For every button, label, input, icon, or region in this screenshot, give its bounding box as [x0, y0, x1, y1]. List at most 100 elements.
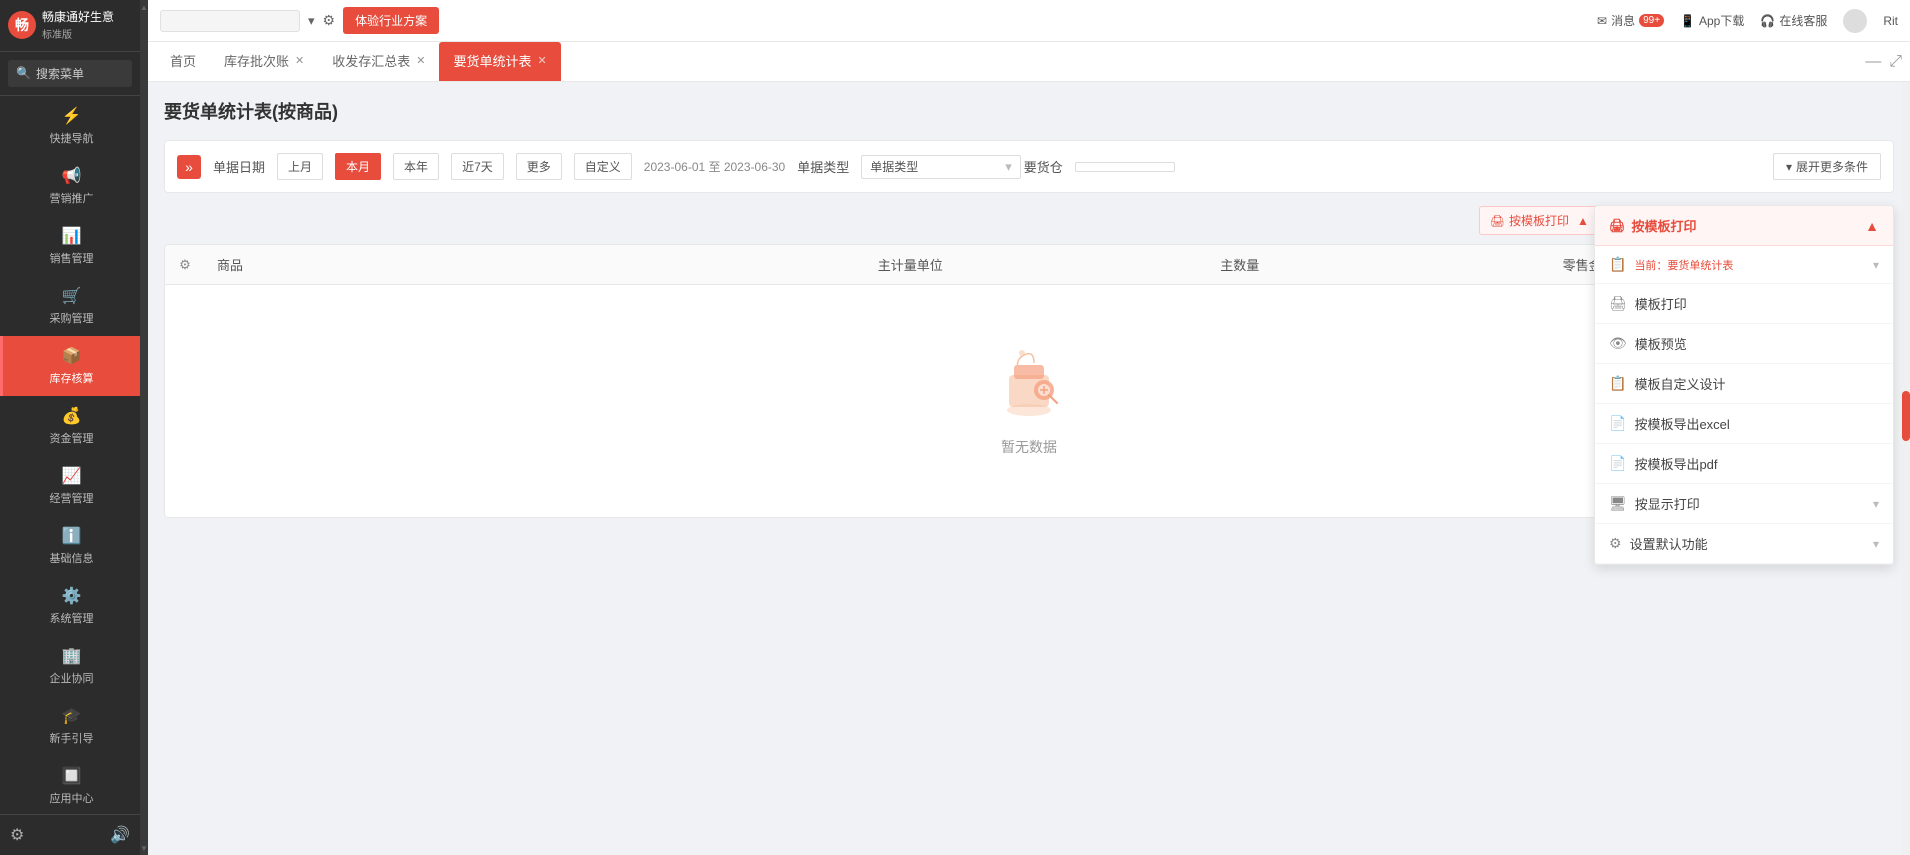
topbar-gear-icon[interactable]: ⚙	[323, 12, 336, 29]
page-content: 要货单统计表(按商品) » 单据日期 上月 本月 本年 近7天 更多 自定义 2…	[148, 82, 1910, 855]
expand-more-button[interactable]: ▾ 展开更多条件	[1773, 153, 1881, 180]
sidebar-item-enterprise[interactable]: 🏢 企业协同	[0, 636, 140, 696]
message-button[interactable]: ✉ 消息 99+	[1597, 12, 1664, 29]
inventory-icon: 📦	[62, 346, 82, 366]
tab-inventory-batch[interactable]: 库存批次账 ✕	[210, 42, 318, 81]
more-dates-btn[interactable]: 更多	[516, 153, 562, 180]
filter-row: » 单据日期 上月 本月 本年 近7天 更多 自定义 2023-06-01 至 …	[177, 153, 1881, 180]
current-item-arrow: ▾	[1873, 258, 1879, 272]
sidebar-navigation: ⚡ 快捷导航 📢 营销推广 📊 销售管理 🛒 采购管理 📦 库存核算 💰 资金管…	[0, 96, 140, 814]
app-download-button[interactable]: 📱 App下载	[1680, 12, 1744, 29]
prev-month-btn[interactable]: 上月	[277, 153, 323, 180]
dropdown-item-template-print[interactable]: 🖨 模板打印	[1595, 284, 1893, 324]
tab-order-stats[interactable]: 要货单统计表 ✕	[439, 42, 560, 81]
tab-minimize-button[interactable]: —	[1865, 53, 1881, 71]
appstore-icon: 🔲	[62, 766, 82, 786]
sales-icon: 📊	[62, 226, 82, 246]
dropdown-item-template-preview[interactable]: 👁 模板预览	[1595, 324, 1893, 364]
dropdown-item-left: 👁 模板预览	[1609, 334, 1687, 353]
dropdown-item-display-print[interactable]: 🖥 按显示打印 ▾	[1595, 484, 1893, 524]
marketing-icon: 📢	[62, 166, 82, 186]
dropdown-item-left: 📄 按模板导出excel	[1609, 414, 1730, 433]
right-scrollbar[interactable]	[1902, 82, 1910, 855]
topbar-right-group: ✉ 消息 99+ 📱 App下载 🎧 在线客服 Rit	[1597, 9, 1898, 33]
sidebar-item-finance[interactable]: 💰 资金管理	[0, 396, 140, 456]
dropdown-item-template-custom[interactable]: 📋 模板自定义设计	[1595, 364, 1893, 404]
tab-expand-button[interactable]: ⤢	[1889, 53, 1902, 71]
custom-date-btn[interactable]: 自定义	[574, 153, 632, 180]
display-print-icon: 🖥	[1609, 495, 1627, 512]
dropdown-item-left: 🖥 按显示打印	[1609, 494, 1700, 513]
dropdown-item-set-default[interactable]: ⚙ 设置默认功能 ▾	[1595, 524, 1893, 564]
order-type-select-wrapper: 单据类型 ▾	[861, 155, 1012, 179]
empty-text: 暂无数据	[1001, 437, 1057, 457]
sound-icon[interactable]: 🔊	[110, 825, 130, 845]
main-area: ▾ ⚙ 体验行业方案 ✉ 消息 99+ 📱 App下载 🎧 在线客服 Rit 首…	[148, 0, 1910, 855]
current-month-btn[interactable]: 本月	[335, 153, 381, 180]
print-template-button[interactable]: 🖨 按模板打印 ▲	[1479, 206, 1600, 235]
tab-order-stats-close[interactable]: ✕	[538, 54, 547, 67]
dropdown-item-export-pdf[interactable]: 📄 按模板导出pdf	[1595, 444, 1893, 484]
message-icon: ✉	[1597, 14, 1607, 28]
print-template-label: 按模板打印	[1509, 212, 1569, 229]
th-product: 商品	[205, 255, 866, 274]
template-print-label: 模板打印	[1635, 294, 1687, 313]
sidebar-item-sales[interactable]: 📊 销售管理	[0, 216, 140, 276]
tab-receipt-summary[interactable]: 收发存汇总表 ✕	[318, 42, 439, 81]
sidebar-item-inventory[interactable]: 📦 库存核算	[0, 336, 140, 396]
print-dropdown-arrow[interactable]: ▲	[1577, 214, 1589, 228]
app-download-icon: 📱	[1680, 14, 1695, 28]
message-badge: 99+	[1639, 14, 1664, 27]
purchase-icon: 🛒	[62, 286, 82, 306]
sidebar-item-label: 新手引导	[50, 730, 94, 746]
topbar-dropdown-arrow[interactable]: ▾	[308, 13, 315, 29]
dropdown-current-item[interactable]: 📋 当前：要货单统计表 ▾	[1595, 246, 1893, 284]
sidebar-item-basic[interactable]: ℹ️ 基础信息	[0, 516, 140, 576]
trial-button[interactable]: 体验行业方案	[343, 7, 439, 34]
sidebar-item-appstore[interactable]: 🔲 应用中心	[0, 756, 140, 814]
tab-receipt-summary-close[interactable]: ✕	[416, 54, 425, 67]
headset-icon: 🎧	[1760, 14, 1775, 28]
search-menu-button[interactable]: 🔍 搜索菜单	[8, 60, 132, 87]
template-preview-label: 模板预览	[1635, 334, 1687, 353]
sidebar-item-operations[interactable]: 📈 经营管理	[0, 456, 140, 516]
search-icon: 🔍	[16, 66, 31, 80]
online-service-button[interactable]: 🎧 在线客服	[1760, 12, 1827, 29]
filter-expand-button[interactable]: »	[177, 155, 201, 179]
sidebar-item-label: 采购管理	[50, 310, 94, 326]
settings-icon[interactable]: ⚙	[10, 825, 24, 845]
template-print-icon: 🖨	[1609, 295, 1627, 312]
goods-warehouse-label: 要货仓	[1024, 157, 1063, 176]
sidebar-scrollbar[interactable]: ▲ ▼	[140, 0, 148, 855]
tab-inventory-batch-close[interactable]: ✕	[295, 54, 304, 67]
dropdown-title: 🖨 按模板打印	[1609, 216, 1697, 235]
dropdown-close-button[interactable]: ▲	[1865, 218, 1879, 234]
dropdown-item-export-excel[interactable]: 📄 按模板导出excel	[1595, 404, 1893, 444]
operations-icon: 📈	[62, 466, 82, 486]
display-print-label: 按显示打印	[1635, 494, 1700, 513]
tab-home[interactable]: 首页	[156, 42, 210, 81]
topbar-search-input[interactable]	[160, 10, 300, 32]
th-quantity: 主数量	[1208, 255, 1550, 274]
goods-warehouse-input[interactable]	[1075, 162, 1175, 172]
dropdown-header: 🖨 按模板打印 ▲	[1595, 206, 1893, 246]
dropdown-item-left: 📋 模板自定义设计	[1609, 374, 1725, 393]
last-7-days-btn[interactable]: 近7天	[451, 153, 504, 180]
order-type-select[interactable]: 单据类型	[861, 155, 1021, 179]
display-print-arrow: ▾	[1873, 497, 1879, 511]
message-label: 消息	[1611, 12, 1635, 29]
tabs-right-controls: — ⤢	[1865, 42, 1902, 81]
sidebar-item-system[interactable]: ⚙️ 系统管理	[0, 576, 140, 636]
sidebar-item-marketing[interactable]: 📢 营销推广	[0, 156, 140, 216]
sidebar-item-quick-nav[interactable]: ⚡ 快捷导航	[0, 96, 140, 156]
user-avatar[interactable]	[1843, 9, 1867, 33]
current-year-btn[interactable]: 本年	[393, 153, 439, 180]
tabs-bar: 首页 库存批次账 ✕ 收发存汇总表 ✕ 要货单统计表 ✕ — ⤢	[148, 42, 1910, 82]
scroll-down-arrow[interactable]: ▼	[140, 841, 148, 855]
th-unit: 主计量单位	[866, 255, 1208, 274]
sidebar-item-purchase[interactable]: 🛒 采购管理	[0, 276, 140, 336]
sidebar-item-guide[interactable]: 🎓 新手引导	[0, 696, 140, 756]
guide-icon: 🎓	[62, 706, 82, 726]
column-settings-button[interactable]: ⚙	[165, 257, 205, 273]
scroll-up-arrow[interactable]: ▲	[140, 0, 148, 14]
